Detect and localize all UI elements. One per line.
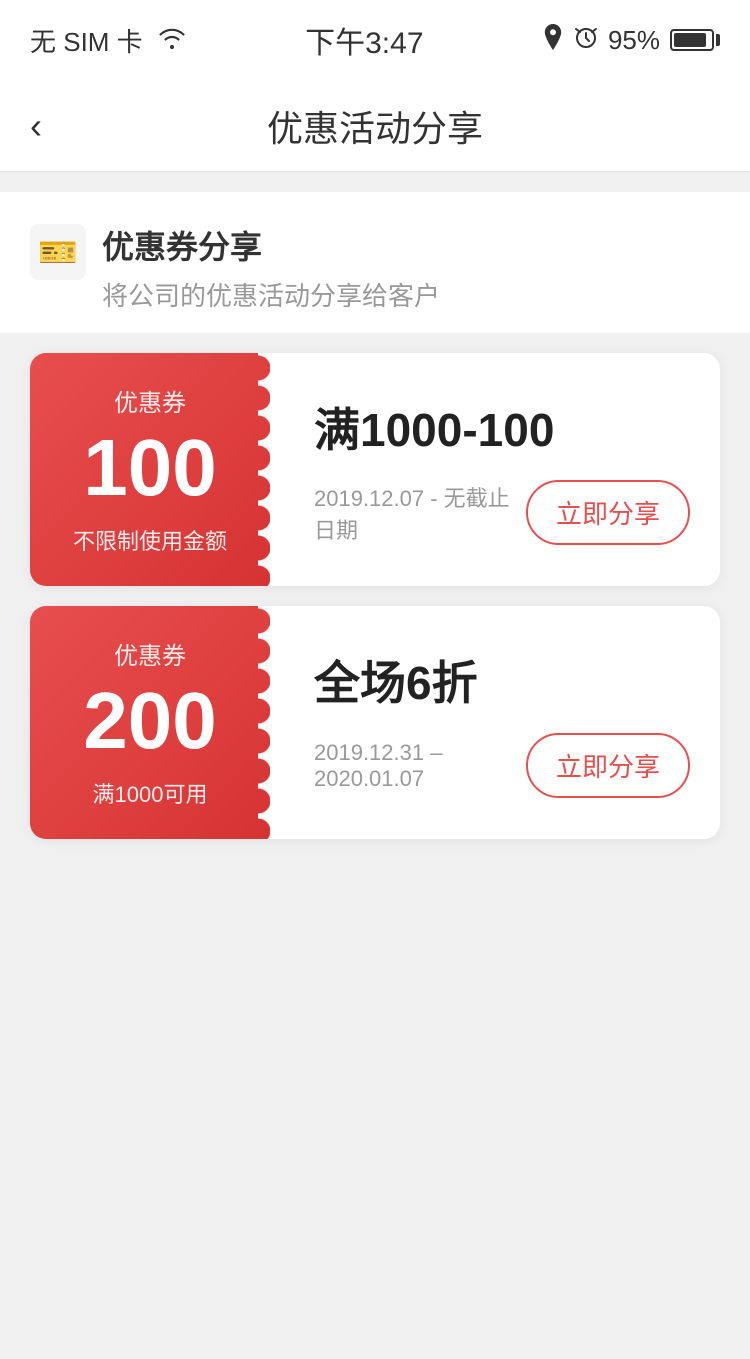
status-bar: 无 SIM 卡 下午3:47 95%: [0, 0, 750, 80]
coupon-left-1: 优惠券 200 满1000可用: [30, 606, 270, 839]
coupon-left-0: 优惠券 100 不限制使用金额: [30, 353, 270, 586]
coupon-amount-0: 100: [83, 428, 216, 508]
battery-icon: [670, 29, 720, 51]
status-left: 无 SIM 卡: [30, 22, 187, 59]
coupon-card-1: 优惠券 200 满1000可用 全场6折 2019.12.31 – 2020.0…: [30, 606, 720, 839]
coupon-right-0: 满1000-100 2019.12.07 - 无截止日期 立即分享: [270, 353, 720, 586]
section-icon: 🎫: [30, 224, 86, 280]
wifi-icon: [157, 25, 187, 56]
coupon-card-0: 优惠券 100 不限制使用金额 满1000-100 2019.12.07 - 无…: [30, 353, 720, 586]
section-heading: 优惠券分享: [102, 222, 440, 268]
empty-area: [0, 859, 750, 1359]
location-icon: [542, 24, 564, 57]
coupon-condition-1: 满1000可用: [93, 777, 208, 809]
coupon-list: 优惠券 100 不限制使用金额 满1000-100 2019.12.07 - 无…: [0, 333, 750, 859]
coupon-name-0: 满1000-100: [314, 394, 690, 460]
coupon-right-1: 全场6折 2019.12.31 – 2020.01.07 立即分享: [270, 606, 720, 839]
back-button[interactable]: ‹: [30, 105, 42, 147]
coupon-bottom-0: 2019.12.07 - 无截止日期 立即分享: [314, 480, 690, 545]
coupon-condition-0: 不限制使用金额: [73, 524, 227, 556]
section-description: 将公司的优惠活动分享给客户: [102, 276, 440, 313]
coupon-date-0: 2019.12.07 - 无截止日期: [314, 481, 526, 545]
coupon-amount-1: 200: [83, 681, 216, 761]
carrier-text: 无 SIM 卡: [30, 22, 143, 59]
share-button-0[interactable]: 立即分享: [526, 480, 690, 545]
section-text: 优惠券分享 将公司的优惠活动分享给客户: [102, 222, 440, 313]
share-button-1[interactable]: 立即分享: [526, 733, 690, 798]
coupon-label-0: 优惠券: [114, 383, 186, 418]
coupon-date-1: 2019.12.31 – 2020.01.07: [314, 740, 526, 792]
battery-percent: 95%: [608, 25, 660, 56]
page-title: 优惠活动分享: [267, 100, 483, 152]
status-time: 下午3:47: [305, 18, 423, 62]
section-header: 🎫 优惠券分享 将公司的优惠活动分享给客户: [0, 192, 750, 333]
coupon-name-1: 全场6折: [314, 647, 690, 713]
nav-bar: ‹ 优惠活动分享: [0, 80, 750, 172]
alarm-icon: [574, 24, 598, 57]
coupon-bottom-1: 2019.12.31 – 2020.01.07 立即分享: [314, 733, 690, 798]
status-right: 95%: [542, 24, 720, 57]
coupon-label-1: 优惠券: [114, 636, 186, 671]
